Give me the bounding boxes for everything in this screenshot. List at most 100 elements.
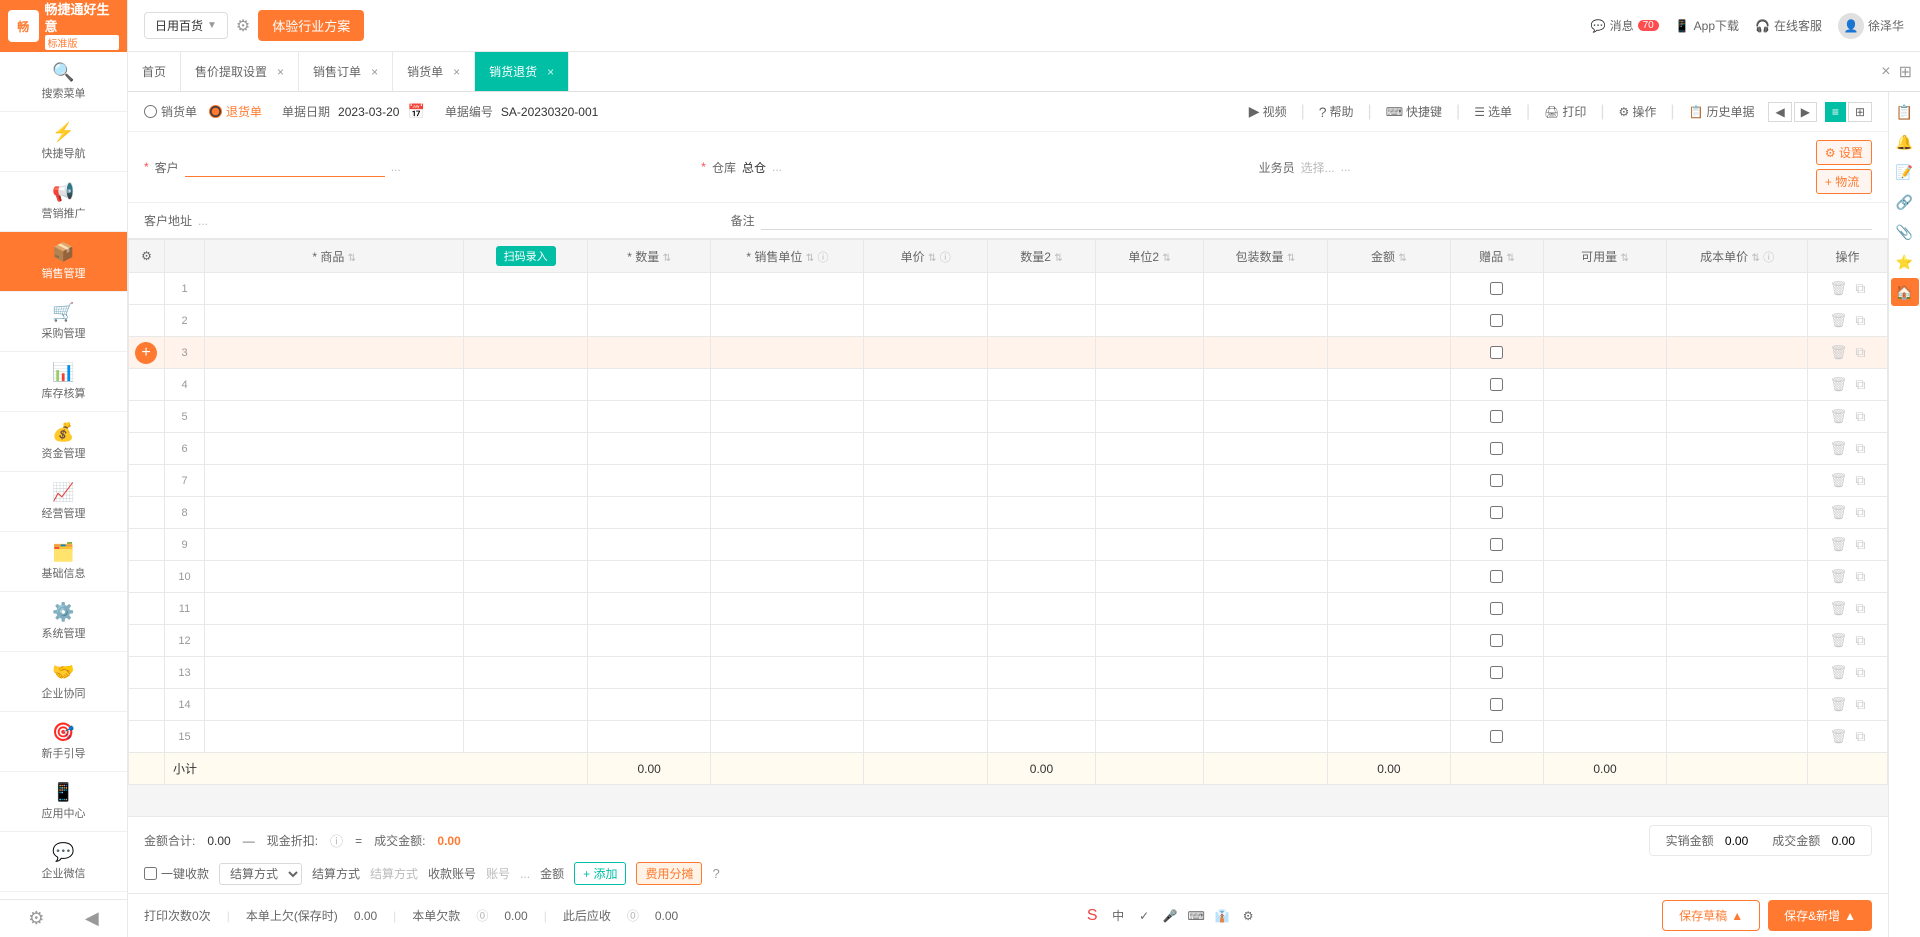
add-row-button[interactable]: + [135, 342, 157, 364]
right-panel-icon-5[interactable]: 📎 [1891, 218, 1919, 246]
sidebar-item-system[interactable]: ⚙️ 系统管理 [0, 592, 127, 652]
toolbar-video-btn[interactable]: ▶ 视频 [1243, 100, 1293, 123]
row-13-copy-icon[interactable]: ⧉ [1855, 664, 1865, 681]
tab-price-settings-close-icon[interactable]: × [277, 65, 284, 79]
cost-info-icon[interactable]: ⓘ [1763, 252, 1774, 264]
row-1-product[interactable] [205, 273, 464, 305]
row-9-delete-icon[interactable]: 🗑 [1830, 536, 1848, 553]
tab-sales-return-close-icon[interactable]: × [547, 65, 554, 79]
table-view-btn[interactable]: ≡ [1825, 102, 1846, 122]
settings-button[interactable]: ⚙ 设置 [1816, 140, 1872, 165]
row-5-copy-icon[interactable]: ⧉ [1855, 408, 1865, 425]
radio-sales-delivery[interactable]: 销货单 [144, 103, 197, 120]
available-sort-icon[interactable]: ⇅ [1621, 253, 1629, 264]
prev-record-icon[interactable]: ◀ [1768, 102, 1791, 122]
customer-address-dots[interactable]: ... [198, 214, 208, 228]
unit-info-icon[interactable]: ⓘ [817, 252, 828, 264]
tab-sales-order[interactable]: 销售订单 × [299, 52, 393, 91]
sidebar-item-search[interactable]: 🔍 搜索菜单 [0, 52, 127, 112]
message-button[interactable]: 💬 消息 70 [1591, 17, 1659, 34]
sidebar-item-finance[interactable]: 💰 资金管理 [0, 412, 127, 472]
sidebar-item-sales[interactable]: 📦 销售管理 [0, 232, 127, 292]
sidebar-item-operation[interactable]: 📈 经营管理 [0, 472, 127, 532]
toolbar-history-btn[interactable]: 📋 历史单据 [1682, 100, 1760, 123]
th-settings[interactable]: ⚙ [129, 240, 165, 273]
sidebar-item-inventory[interactable]: 📊 库存核算 [0, 352, 127, 412]
row-1-price[interactable] [864, 273, 988, 305]
row-14-copy-icon[interactable]: ⧉ [1855, 696, 1865, 713]
sidebar-item-wechat[interactable]: 💬 企业微信 [0, 832, 127, 892]
sidebar-item-guide[interactable]: 🎯 新手引导 [0, 712, 127, 772]
row-6-delete-icon[interactable]: 🗑 [1830, 440, 1848, 457]
right-panel-icon-6[interactable]: ⭐ [1891, 248, 1919, 276]
sidebar-item-basic[interactable]: 🗂️ 基础信息 [0, 532, 127, 592]
qty-sort-icon[interactable]: ⇅ [663, 253, 671, 264]
unit-sort-icon[interactable]: ⇅ [806, 253, 814, 264]
row-1-cost[interactable] [1667, 273, 1808, 305]
row-1-unit2[interactable] [1096, 273, 1204, 305]
price-sort-icon[interactable]: ⇅ [928, 253, 936, 264]
sidebar-item-shortcut[interactable]: ⚡ 快捷导航 [0, 112, 127, 172]
next-record-icon[interactable]: ▶ [1794, 102, 1817, 122]
daily-goods-button[interactable]: 日用百货 ▼ [144, 12, 228, 39]
row-2-delete-icon[interactable]: 🗑 [1830, 312, 1848, 329]
toolbar-operate-btn[interactable]: ⚙ 操作 [1613, 100, 1663, 123]
gift-sort-icon[interactable]: ⇅ [1506, 253, 1514, 264]
sidebar-item-purchase[interactable]: 🛒 采购管理 [0, 292, 127, 352]
row-1-delete-icon[interactable]: 🗑 [1830, 280, 1848, 297]
row-1-expand[interactable] [129, 273, 165, 305]
tab-close-all-icon[interactable]: × [1881, 63, 1890, 81]
unit2-sort-icon[interactable]: ⇅ [1162, 253, 1170, 264]
right-panel-icon-4[interactable]: 🔗 [1891, 188, 1919, 216]
row-1-copy-icon[interactable]: ⧉ [1855, 280, 1865, 297]
row-1-gift[interactable] [1451, 273, 1544, 305]
calendar-icon[interactable]: 📅 [407, 103, 424, 120]
toolbar-print-btn[interactable]: 🖨 打印 [1538, 100, 1592, 123]
split-costs-button[interactable]: 费用分摊 [636, 862, 702, 885]
salesperson-dots[interactable]: ... [1341, 160, 1351, 174]
tab-home[interactable]: 首页 [128, 52, 181, 91]
price-info-icon[interactable]: ⓘ [940, 252, 951, 264]
row-2-copy-icon[interactable]: ⧉ [1855, 312, 1865, 329]
toolbar-select-btn[interactable]: ☰ 选单 [1468, 100, 1518, 123]
ime-icon5[interactable]: 👔 [1211, 905, 1233, 927]
ime-icon6[interactable]: ⚙ [1237, 905, 1259, 927]
add-payment-button[interactable]: + 添加 [574, 862, 626, 885]
product-sort-icon[interactable]: ⇅ [348, 253, 356, 264]
row-5-delete-icon[interactable]: 🗑 [1830, 408, 1848, 425]
right-panel-icon-7[interactable]: 🏠 [1891, 278, 1919, 306]
sidebar-item-enterprise[interactable]: 🤝 企业协同 [0, 652, 127, 712]
row-1-amount[interactable] [1327, 273, 1451, 305]
tab-sales-return[interactable]: 销货退货 × [475, 52, 569, 91]
cost-sort-icon[interactable]: ⇅ [1751, 253, 1759, 264]
sidebar-item-marketing[interactable]: 📢 营销推广 [0, 172, 127, 232]
row-4-delete-icon[interactable]: 🗑 [1830, 376, 1848, 393]
ime-icon3[interactable]: 🎤 [1159, 905, 1181, 927]
one-key-pay-checkbox[interactable]: 一键收款 [144, 865, 209, 882]
payment-method-select[interactable]: 结算方式 [219, 863, 302, 885]
row-1-available[interactable] [1543, 273, 1667, 305]
row-1-pkg[interactable] [1204, 273, 1328, 305]
user-profile-button[interactable]: 👤 徐泽华 [1838, 13, 1904, 39]
tab-sales-delivery[interactable]: 销货单 × [393, 52, 475, 91]
ime-icon2[interactable]: ✓ [1133, 905, 1155, 927]
qty2-sort-icon[interactable]: ⇅ [1054, 253, 1062, 264]
try-industry-button[interactable]: 体验行业方案 [258, 10, 364, 41]
sidebar-collapse-icon[interactable]: ◀ [85, 908, 99, 929]
right-panel-icon-2[interactable]: 🔔 [1891, 128, 1919, 156]
tab-sales-delivery-close-icon[interactable]: × [453, 65, 460, 79]
account-dots2[interactable]: ... [520, 867, 530, 881]
row-14-delete-icon[interactable]: 🗑 [1830, 696, 1848, 713]
right-panel-icon-3[interactable]: 📝 [1891, 158, 1919, 186]
toolbar-shortcut-btn[interactable]: ⌨ 快捷键 [1380, 100, 1448, 123]
row-13-delete-icon[interactable]: 🗑 [1830, 664, 1848, 681]
row-1-qty2[interactable] [987, 273, 1095, 305]
row-11-delete-icon[interactable]: 🗑 [1830, 600, 1848, 617]
save-draft-button[interactable]: 保存草稿 ▲ [1662, 900, 1760, 931]
row-9-copy-icon[interactable]: ⧉ [1855, 536, 1865, 553]
remark-input[interactable] [761, 211, 1872, 230]
row-1-qty[interactable] [587, 273, 711, 305]
tab-price-settings[interactable]: 售价提取设置 × [181, 52, 299, 91]
ime-icon1[interactable]: 中 [1107, 905, 1129, 927]
row-12-copy-icon[interactable]: ⧉ [1855, 632, 1865, 649]
